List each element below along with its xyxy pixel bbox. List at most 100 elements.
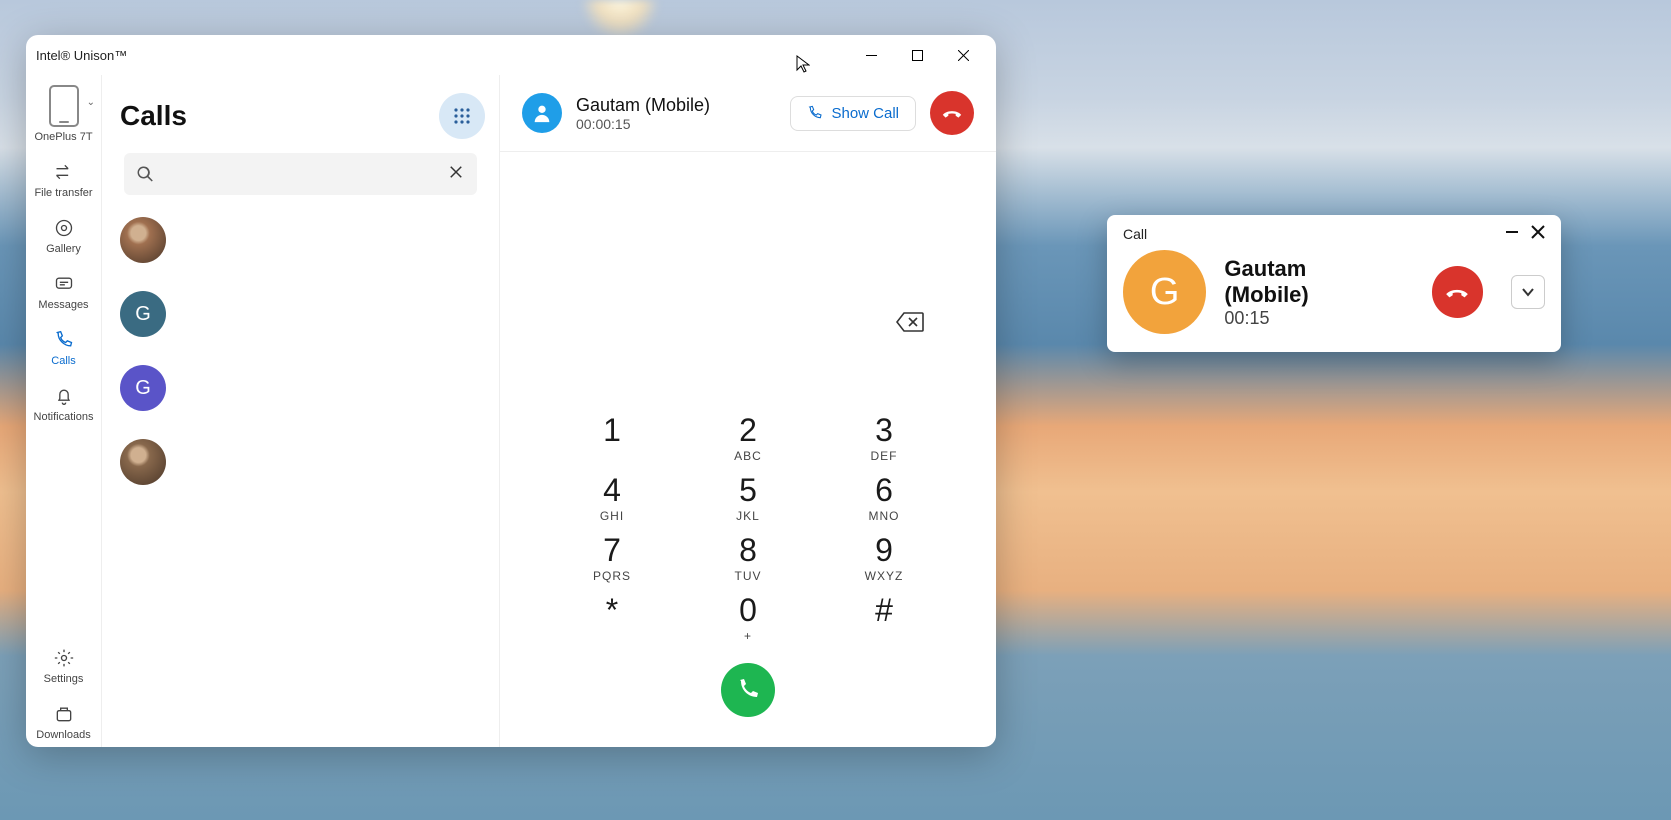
- backspace-icon: [896, 312, 924, 332]
- rail-label: Settings: [44, 673, 84, 685]
- rail-label: Notifications: [34, 411, 94, 423]
- dial-key-7[interactable]: 7PQRS: [576, 531, 648, 585]
- dial-key-letters: ABC: [712, 449, 784, 465]
- close-button[interactable]: [940, 35, 986, 75]
- rail-item-settings[interactable]: Settings: [26, 641, 101, 691]
- toast-title: Call: [1123, 226, 1147, 242]
- end-call-button[interactable]: [930, 91, 974, 135]
- dial-key-letters: [576, 629, 648, 645]
- minimize-icon: [1505, 225, 1519, 239]
- dial-key-letters: JKL: [712, 509, 784, 525]
- calls-heading: Calls: [120, 100, 187, 132]
- contact-avatar[interactable]: G: [120, 365, 166, 411]
- rail-label: Gallery: [46, 243, 81, 255]
- dial-key-number: 6: [848, 471, 920, 509]
- dial-key-2[interactable]: 2ABC: [712, 411, 784, 465]
- show-call-button[interactable]: Show Call: [790, 96, 916, 131]
- toast-minimize-button[interactable]: [1505, 225, 1519, 242]
- phone-icon: [736, 678, 760, 702]
- dial-key-3[interactable]: 3DEF: [848, 411, 920, 465]
- dial-key-letters: +: [712, 629, 784, 645]
- toast-end-call-button[interactable]: [1432, 266, 1484, 318]
- clear-search-button[interactable]: [447, 163, 465, 186]
- dialpad-toggle[interactable]: [439, 93, 485, 139]
- titlebar[interactable]: Intel® Unison™: [26, 35, 996, 75]
- dial-key-*[interactable]: *: [576, 591, 648, 645]
- gallery-icon: [53, 217, 75, 239]
- dial-key-#[interactable]: #: [848, 591, 920, 645]
- main-window: Intel® Unison™ ⌄ OnePlus 7T File transfe…: [26, 35, 996, 747]
- minimize-button[interactable]: [848, 35, 894, 75]
- wallpaper-sunglare: [580, 0, 660, 40]
- close-icon: [447, 163, 465, 181]
- contact-avatar[interactable]: [120, 439, 166, 485]
- dial-key-0[interactable]: 0+: [712, 591, 784, 645]
- rail-label: Messages: [38, 299, 88, 311]
- device-selector[interactable]: ⌄ OnePlus 7T: [26, 79, 101, 149]
- show-call-label: Show Call: [831, 105, 899, 122]
- dial-key-number: 0: [712, 591, 784, 629]
- dial-key-letters: PQRS: [576, 569, 648, 585]
- toast-avatar: G: [1123, 250, 1206, 334]
- dial-key-number: #: [848, 591, 920, 629]
- toast-expand-button[interactable]: [1511, 275, 1545, 309]
- dial-key-letters: [576, 449, 648, 465]
- dial-key-5[interactable]: 5JKL: [712, 471, 784, 525]
- phone-outline-icon: [807, 105, 823, 121]
- dial-key-8[interactable]: 8TUV: [712, 531, 784, 585]
- chevron-down-icon: [1521, 285, 1535, 299]
- dial-key-9[interactable]: 9WXYZ: [848, 531, 920, 585]
- call-duration: 00:00:15: [576, 116, 710, 132]
- contact-avatar[interactable]: [120, 217, 166, 263]
- search-input[interactable]: [164, 166, 437, 183]
- calls-icon: [53, 329, 75, 351]
- dialpad-area: 1 2ABC 3DEF 4GHI 5JKL 6MNO 7PQRS 8TUV 9WXYZ * 0+ #: [500, 152, 996, 747]
- rail-item-messages[interactable]: Messages: [26, 267, 101, 317]
- dial-key-number: 4: [576, 471, 648, 509]
- transfer-icon: [53, 161, 75, 183]
- contact-avatar[interactable]: G: [120, 291, 166, 337]
- search-icon: [136, 165, 154, 183]
- active-call-bar: Gautam (Mobile) 00:00:15 Show Call: [500, 75, 996, 152]
- search-field[interactable]: [124, 153, 477, 195]
- downloads-icon: [53, 703, 75, 725]
- caller-name: Gautam (Mobile): [576, 95, 710, 116]
- dial-key-number: 5: [712, 471, 784, 509]
- maximize-button[interactable]: [894, 35, 940, 75]
- phone-icon: [49, 85, 79, 127]
- dial-key-number: 2: [712, 411, 784, 449]
- rail-item-gallery[interactable]: Gallery: [26, 211, 101, 261]
- dial-key-6[interactable]: 6MNO: [848, 471, 920, 525]
- caller-avatar: [522, 93, 562, 133]
- messages-icon: [53, 273, 75, 295]
- dial-key-4[interactable]: 4GHI: [576, 471, 648, 525]
- dial-key-letters: MNO: [848, 509, 920, 525]
- toast-close-button[interactable]: [1531, 225, 1545, 242]
- dial-key-number: 9: [848, 531, 920, 569]
- rail-label: File transfer: [34, 187, 92, 199]
- call-button[interactable]: [721, 663, 775, 717]
- dial-key-number: 3: [848, 411, 920, 449]
- chevron-down-icon: ⌄: [87, 97, 95, 108]
- hangup-icon: [941, 102, 963, 124]
- left-rail: ⌄ OnePlus 7T File transfer Gallery Mess: [26, 75, 102, 747]
- bell-icon: [53, 385, 75, 407]
- rail-item-calls[interactable]: Calls: [26, 323, 101, 373]
- rail-label: Downloads: [36, 729, 90, 741]
- device-label: OnePlus 7T: [34, 131, 92, 143]
- dialpad-icon: [452, 106, 472, 126]
- dial-key-1[interactable]: 1: [576, 411, 648, 465]
- window-title: Intel® Unison™: [36, 48, 848, 63]
- backspace-button[interactable]: [896, 312, 924, 337]
- toast-duration: 00:15: [1224, 308, 1395, 329]
- dial-key-number: *: [576, 591, 648, 629]
- gear-icon: [53, 647, 75, 669]
- dial-key-number: 8: [712, 531, 784, 569]
- contacts-list[interactable]: GG: [102, 207, 499, 747]
- hangup-icon: [1444, 279, 1470, 305]
- rail-item-downloads[interactable]: Downloads: [26, 697, 101, 747]
- rail-item-notifications[interactable]: Notifications: [26, 379, 101, 429]
- person-icon: [531, 102, 553, 124]
- dial-key-letters: [848, 629, 920, 645]
- rail-item-filetransfer[interactable]: File transfer: [26, 155, 101, 205]
